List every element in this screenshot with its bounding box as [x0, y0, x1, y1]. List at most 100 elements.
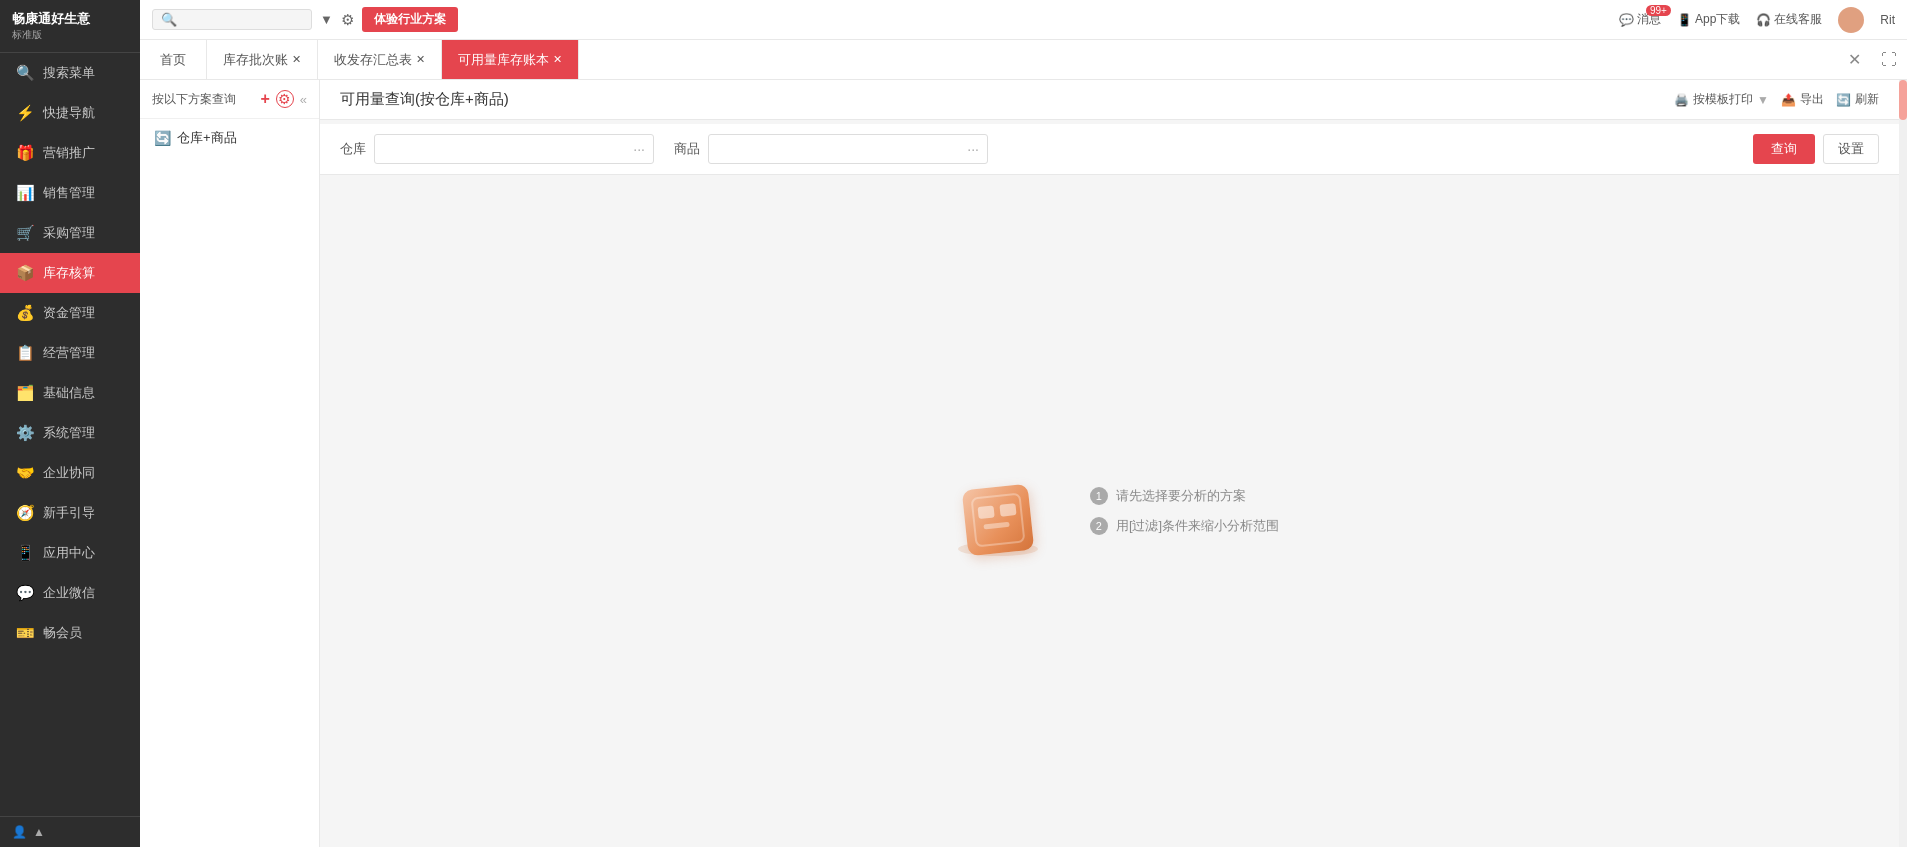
tab-home[interactable]: 首页	[140, 40, 207, 79]
message-badge: 99+	[1646, 5, 1671, 16]
scheme-panel: 按以下方案查询 + ⚙ « 🔄 仓库+商品	[140, 80, 320, 847]
topbar-trial-button[interactable]: 体验行业方案	[362, 7, 458, 32]
sidebar-logo: 畅康通好生意 标准版	[0, 0, 140, 53]
funds-icon: 💰	[16, 304, 35, 322]
query-button[interactable]: 查询	[1753, 134, 1815, 164]
phone-icon: 📱	[1677, 13, 1692, 27]
topbar-search-box[interactable]: 🔍	[152, 9, 312, 30]
sidebar-item-system[interactable]: ⚙️ 系统管理	[0, 413, 140, 453]
sidebar-item-wechat[interactable]: 💬 企业微信	[0, 573, 140, 613]
empty-text: 1 请先选择要分析的方案 2 用[过滤]条件来缩小分析范围	[1090, 487, 1279, 535]
scheme-header-actions: + ⚙ «	[260, 90, 307, 108]
tab-summary[interactable]: 收发存汇总表 ✕	[318, 40, 442, 79]
filter-settings-button[interactable]: 设置	[1823, 134, 1879, 164]
sidebar-item-inventory[interactable]: 📦 库存核算	[0, 253, 140, 293]
tab-batch[interactable]: 库存批次账 ✕	[207, 40, 318, 79]
tab-available[interactable]: 可用量库存账本 ✕	[442, 40, 579, 79]
warehouse-filter-label: 仓库	[340, 140, 366, 158]
sidebar-logo-title: 畅康通好生意	[12, 10, 128, 28]
goods-filter-field: 商品 ···	[674, 134, 988, 164]
tabs-close-button[interactable]: ✕	[1838, 50, 1871, 69]
page-title-actions: 🖨️ 按模板打印 ▼ 📤 导出 🔄 刷新	[1674, 91, 1879, 108]
topbar-online-service[interactable]: 🎧 在线客服	[1756, 11, 1822, 28]
inventory-icon: 📦	[16, 264, 35, 282]
topbar-username[interactable]: Rit	[1880, 13, 1895, 27]
sidebar-item-member[interactable]: 🎫 畅会员	[0, 613, 140, 653]
quicknav-icon: ⚡	[16, 104, 35, 122]
print-button[interactable]: 🖨️ 按模板打印 ▼	[1674, 91, 1769, 108]
empty-state: 1 请先选择要分析的方案 2 用[过滤]条件来缩小分析范围	[320, 175, 1899, 847]
scheme-item-warehouse[interactable]: 🔄 仓库+商品	[140, 119, 319, 157]
sidebar-item-newguide[interactable]: 🧭 新手引导	[0, 493, 140, 533]
topbar-search-input[interactable]	[181, 13, 301, 27]
scheme-header-label: 按以下方案查询	[152, 91, 236, 108]
sidebar-item-quicknav[interactable]: ⚡ 快捷导航	[0, 93, 140, 133]
topbar-message[interactable]: 💬 消息 99+	[1619, 11, 1661, 28]
export-button[interactable]: 📤 导出	[1781, 91, 1824, 108]
sidebar-item-operations[interactable]: 📋 经营管理	[0, 333, 140, 373]
sidebar-item-enterprise[interactable]: 🤝 企业协同	[0, 453, 140, 493]
print-icon: 🖨️	[1674, 93, 1689, 107]
system-icon: ⚙️	[16, 424, 35, 442]
newguide-icon: 🧭	[16, 504, 35, 522]
tabs-expand-button[interactable]: ⛶	[1871, 51, 1907, 69]
scheme-collapse-button[interactable]: «	[300, 92, 307, 107]
topbar: 🔍 ▼ ⚙ 体验行业方案 💬 消息 99+ 📱 App下载 🎧 在	[140, 0, 1907, 40]
warehouse-filter-field: 仓库 ···	[340, 134, 654, 164]
wechat-icon: 💬	[16, 584, 35, 602]
topbar-right-area: 💬 消息 99+ 📱 App下载 🎧 在线客服 Rit	[1619, 7, 1895, 33]
message-icon: 💬	[1619, 13, 1634, 27]
refresh-button[interactable]: 🔄 刷新	[1836, 91, 1879, 108]
scheme-header: 按以下方案查询 + ⚙ «	[140, 80, 319, 119]
search-icon: 🔍	[16, 64, 35, 82]
tab-batch-close-icon[interactable]: ✕	[292, 53, 301, 66]
topbar-search-icon: 🔍	[161, 12, 177, 27]
page-title: 可用量查询(按仓库+商品)	[340, 90, 509, 109]
sales-icon: 📊	[16, 184, 35, 202]
sidebar-item-search[interactable]: 🔍 搜索菜单	[0, 53, 140, 93]
scheme-add-button[interactable]: +	[260, 90, 269, 108]
headset-icon: 🎧	[1756, 13, 1771, 27]
scheme-item-icon: 🔄	[154, 130, 171, 146]
goods-filter-label: 商品	[674, 140, 700, 158]
scrollbar-thumb[interactable]	[1899, 80, 1907, 120]
sidebar-item-basic[interactable]: 🗂️ 基础信息	[0, 373, 140, 413]
sidebar-item-purchase[interactable]: 🛒 采购管理	[0, 213, 140, 253]
sidebar-item-sales[interactable]: 📊 销售管理	[0, 173, 140, 213]
empty-hint-1: 1 请先选择要分析的方案	[1090, 487, 1279, 505]
warehouse-filter-input[interactable]: ···	[374, 134, 654, 164]
empty-illustration	[940, 451, 1060, 571]
topbar-dropdown-icon[interactable]: ▼	[320, 12, 333, 27]
tab-summary-close-icon[interactable]: ✕	[416, 53, 425, 66]
filter-bar: 仓库 ··· 商品 ··· 查询	[320, 124, 1899, 175]
right-scrollbar	[1899, 80, 1907, 847]
sidebar-logo-sub: 标准版	[12, 28, 128, 42]
sidebar-bottom[interactable]: 👤 ▲	[0, 816, 140, 847]
user-avatar	[1838, 7, 1864, 33]
print-dropdown-icon[interactable]: ▼	[1757, 93, 1769, 107]
sidebar-scroll: 🔍 搜索菜单 ⚡ 快捷导航 🎁 营销推广 📊 销售管理 🛒 采购管理 📦	[0, 53, 140, 816]
goods-filter-input[interactable]: ···	[708, 134, 988, 164]
sidebar-item-funds[interactable]: 💰 资金管理	[0, 293, 140, 333]
tabs-bar: 首页 库存批次账 ✕ 收发存汇总表 ✕ 可用量库存账本 ✕ ✕ ⛶	[140, 40, 1907, 80]
appcenter-icon: 📱	[16, 544, 35, 562]
tab-available-close-icon[interactable]: ✕	[553, 53, 562, 66]
basic-icon: 🗂️	[16, 384, 35, 402]
page-title-bar: 可用量查询(按仓库+商品) 🖨️ 按模板打印 ▼ 📤 导出 🔄	[320, 80, 1899, 120]
goods-more-icon[interactable]: ···	[967, 141, 979, 157]
scheme-settings-button[interactable]: ⚙	[276, 90, 294, 108]
main-area: 🔍 ▼ ⚙ 体验行业方案 💬 消息 99+ 📱 App下载 🎧 在	[140, 0, 1907, 847]
user-icon: 👤	[12, 825, 27, 839]
step-1-badge: 1	[1090, 487, 1108, 505]
step-2-badge: 2	[1090, 517, 1108, 535]
warehouse-more-icon[interactable]: ···	[633, 141, 645, 157]
sidebar-item-appcenter[interactable]: 📱 应用中心	[0, 533, 140, 573]
topbar-gear-icon[interactable]: ⚙	[341, 11, 354, 29]
purchase-icon: 🛒	[16, 224, 35, 242]
member-icon: 🎫	[16, 624, 35, 642]
refresh-icon: 🔄	[1836, 93, 1851, 107]
sidebar-item-marketing[interactable]: 🎁 营销推广	[0, 133, 140, 173]
sidebar: 畅康通好生意 标准版 🔍 搜索菜单 ⚡ 快捷导航 🎁 营销推广 📊 销售管理 🛒	[0, 0, 140, 847]
topbar-app-download[interactable]: 📱 App下载	[1677, 11, 1740, 28]
operations-icon: 📋	[16, 344, 35, 362]
